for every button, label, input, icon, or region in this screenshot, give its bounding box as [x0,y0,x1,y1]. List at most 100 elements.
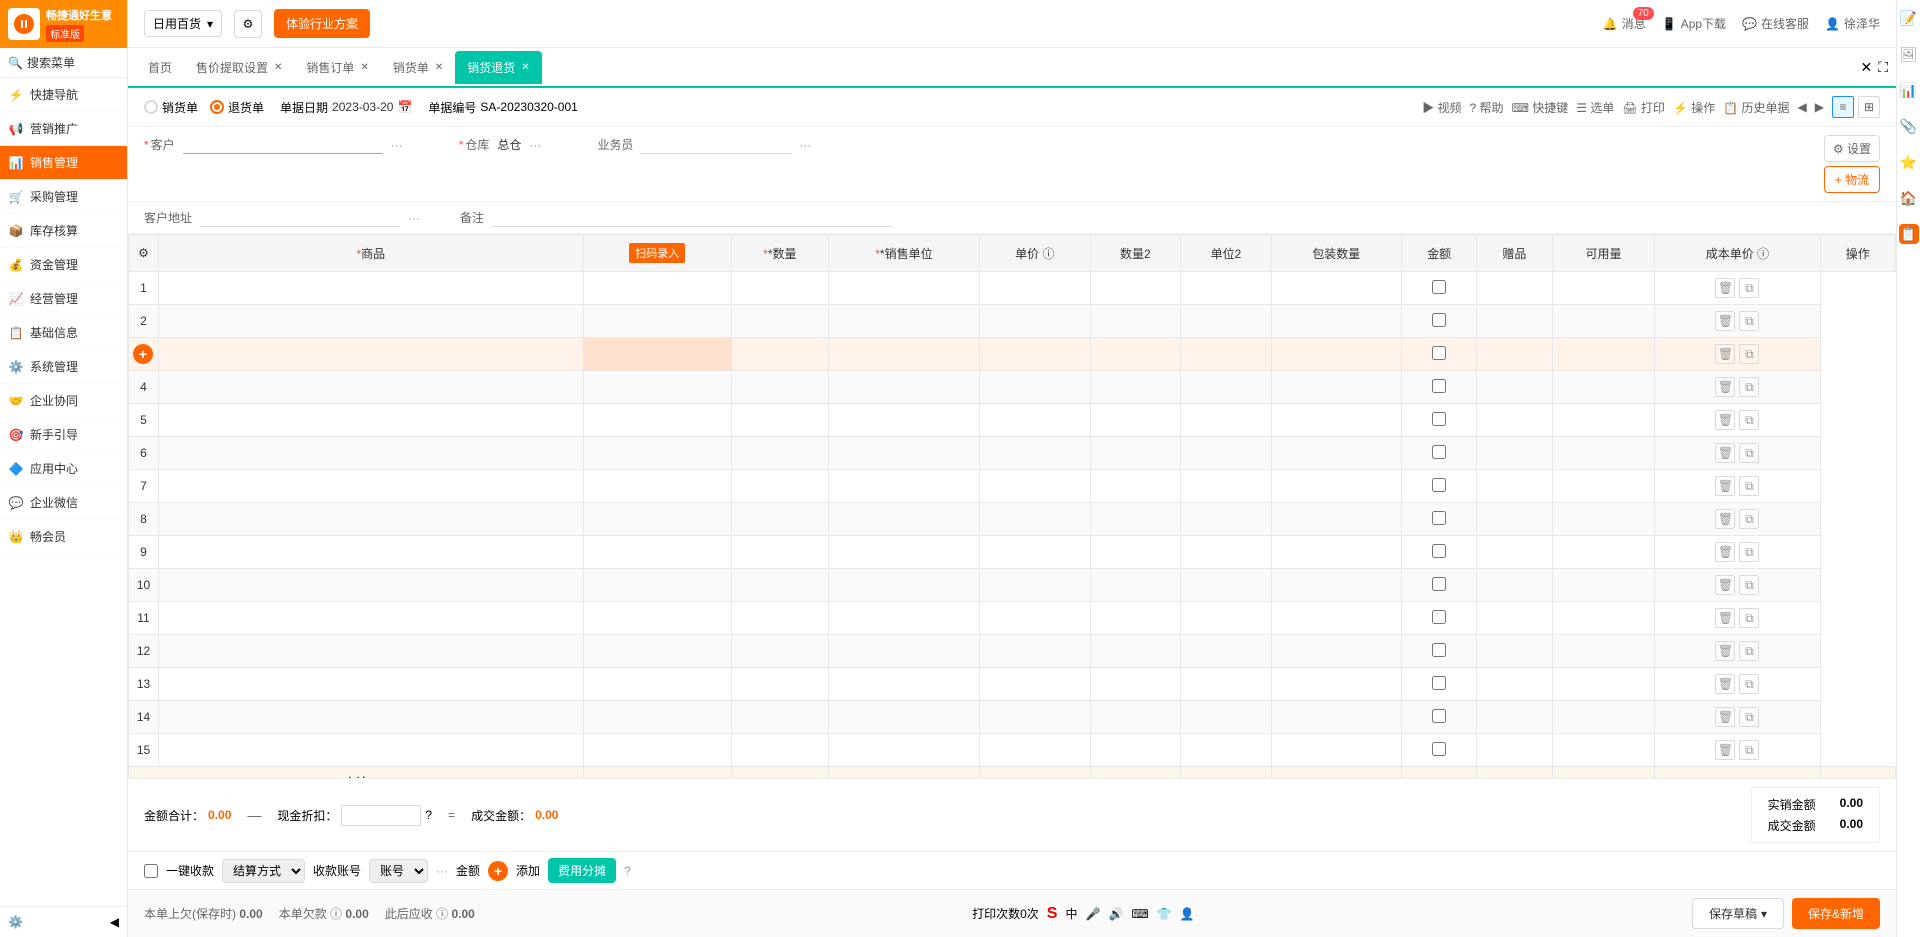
td-unit2[interactable] [1090,701,1181,734]
mic-icon[interactable]: 🎤 [1085,907,1100,921]
available-cell[interactable] [1477,305,1552,338]
history-btn[interactable]: 📋 历史单据 [1723,99,1789,116]
account-picker-btn[interactable]: ··· [436,864,448,878]
td-unit-price[interactable] [828,371,979,404]
available-cell[interactable] [1477,371,1552,404]
td-qty2[interactable] [980,338,1090,371]
td-pack-qty[interactable] [1181,404,1272,437]
td-qty2[interactable] [980,602,1090,635]
td-unit2[interactable] [1090,470,1181,503]
gift-checkbox[interactable] [1432,577,1446,591]
td-unit2[interactable] [1090,536,1181,569]
td-qty2[interactable] [980,734,1090,767]
delete-row-btn[interactable]: 🗑 [1715,509,1735,529]
copy-row-btn[interactable]: ⧉ [1739,377,1759,397]
td-qty[interactable] [583,569,731,602]
td-unit-price[interactable] [828,338,979,371]
delete-row-btn[interactable]: 🗑 [1715,542,1735,562]
sidebar-item-apps[interactable]: 🔷 应用中心 [0,452,127,486]
cost-price-cell[interactable] [1552,536,1655,569]
td-qty2[interactable] [980,272,1090,305]
td-pack-qty[interactable] [1181,569,1272,602]
gift-checkbox[interactable] [1432,742,1446,756]
right-panel-image-icon[interactable]: 🖼 [1899,44,1919,64]
td-sales-unit[interactable] [731,338,828,371]
online-service-link[interactable]: 💬 在线客服 [1742,15,1809,32]
product-cell[interactable] [159,668,584,701]
copy-row-btn[interactable]: ⧉ [1739,344,1759,364]
gift-checkbox[interactable] [1432,412,1446,426]
td-pack-qty[interactable] [1181,272,1272,305]
td-sales-unit[interactable] [731,503,828,536]
product-cell[interactable] [159,437,584,470]
copy-row-btn[interactable]: ⧉ [1739,707,1759,727]
available-cell[interactable] [1477,272,1552,305]
td-qty2[interactable] [980,569,1090,602]
sidebar-item-member[interactable]: 👑 畅会员 [0,520,127,554]
td-qty[interactable] [583,371,731,404]
speaker-icon[interactable]: 🔊 [1108,907,1123,921]
td-unit-price[interactable] [828,470,979,503]
available-cell[interactable] [1477,569,1552,602]
operation-btn[interactable]: ⚡ 操作 [1673,99,1715,116]
copy-row-btn[interactable]: ⧉ [1739,476,1759,496]
cost-price-cell[interactable] [1552,470,1655,503]
td-qty2[interactable] [980,503,1090,536]
available-cell[interactable] [1477,602,1552,635]
tab-price-settings[interactable]: 售价提取设置 ✕ [184,51,294,84]
keyboard-icon[interactable]: ⌨ [1131,907,1148,921]
store-selector[interactable]: 日用百货 ▾ [144,10,222,37]
td-sales-unit[interactable] [731,437,828,470]
td-qty[interactable] [583,734,731,767]
cost-price-cell[interactable] [1552,338,1655,371]
td-pack-qty[interactable] [1181,371,1272,404]
product-cell[interactable] [159,701,584,734]
sidebar-item-basic[interactable]: 📋 基础信息 [0,316,127,350]
copy-row-btn[interactable]: ⧉ [1739,641,1759,661]
delete-row-btn[interactable]: 🗑 [1715,608,1735,628]
product-cell[interactable] [159,470,584,503]
td-amount[interactable] [1271,536,1401,569]
td-unit2[interactable] [1090,635,1181,668]
copy-row-btn[interactable]: ⧉ [1739,509,1759,529]
tab-close-sales-order[interactable]: ✕ [360,62,368,73]
delete-row-btn[interactable]: 🗑 [1715,641,1735,661]
th-scan[interactable]: 扫码录入 [583,235,731,272]
product-input[interactable] [163,347,579,362]
td-sales-unit[interactable] [731,371,828,404]
td-sales-unit[interactable] [731,734,828,767]
td-qty[interactable] [583,536,731,569]
topbar-settings-button[interactable]: ⚙ [234,10,262,38]
logistics-side-btn[interactable]: + 物流 [1824,166,1880,193]
tab-close-sales-return[interactable]: ✕ [521,62,529,73]
product-cell[interactable] [159,602,584,635]
td-unit2[interactable] [1090,371,1181,404]
cost-price-cell[interactable] [1552,701,1655,734]
td-qty2[interactable] [980,371,1090,404]
delete-row-btn[interactable]: 🗑 [1715,443,1735,463]
td-pack-qty[interactable] [1181,437,1272,470]
draft-dropdown-icon[interactable]: ▾ [1761,907,1767,921]
td-unit-price[interactable] [828,569,979,602]
td-sales-unit[interactable] [731,404,828,437]
sidebar-item-marketing[interactable]: 📢 营销推广 [0,112,127,146]
product-cell[interactable] [159,569,584,602]
gift-checkbox[interactable] [1432,676,1446,690]
td-sales-unit[interactable] [731,272,828,305]
td-pack-qty[interactable] [1181,668,1272,701]
fee-split-help-icon[interactable]: ? [624,864,631,878]
td-amount[interactable] [1271,734,1401,767]
td-amount[interactable] [1271,305,1401,338]
delete-row-btn[interactable]: 🗑 [1715,740,1735,760]
copy-row-btn[interactable]: ⧉ [1739,608,1759,628]
cost-price-cell[interactable] [1552,371,1655,404]
available-cell[interactable] [1477,437,1552,470]
td-unit-price[interactable] [828,404,979,437]
td-pack-qty[interactable] [1181,536,1272,569]
right-panel-note-icon[interactable]: 📝 [1899,8,1919,28]
available-cell[interactable] [1477,668,1552,701]
print-btn[interactable]: 🖨 打印 [1622,99,1665,116]
td-pack-qty[interactable] [1181,734,1272,767]
gift-checkbox[interactable] [1432,379,1446,393]
save-new-btn[interactable]: 保存&新增 [1792,898,1880,929]
